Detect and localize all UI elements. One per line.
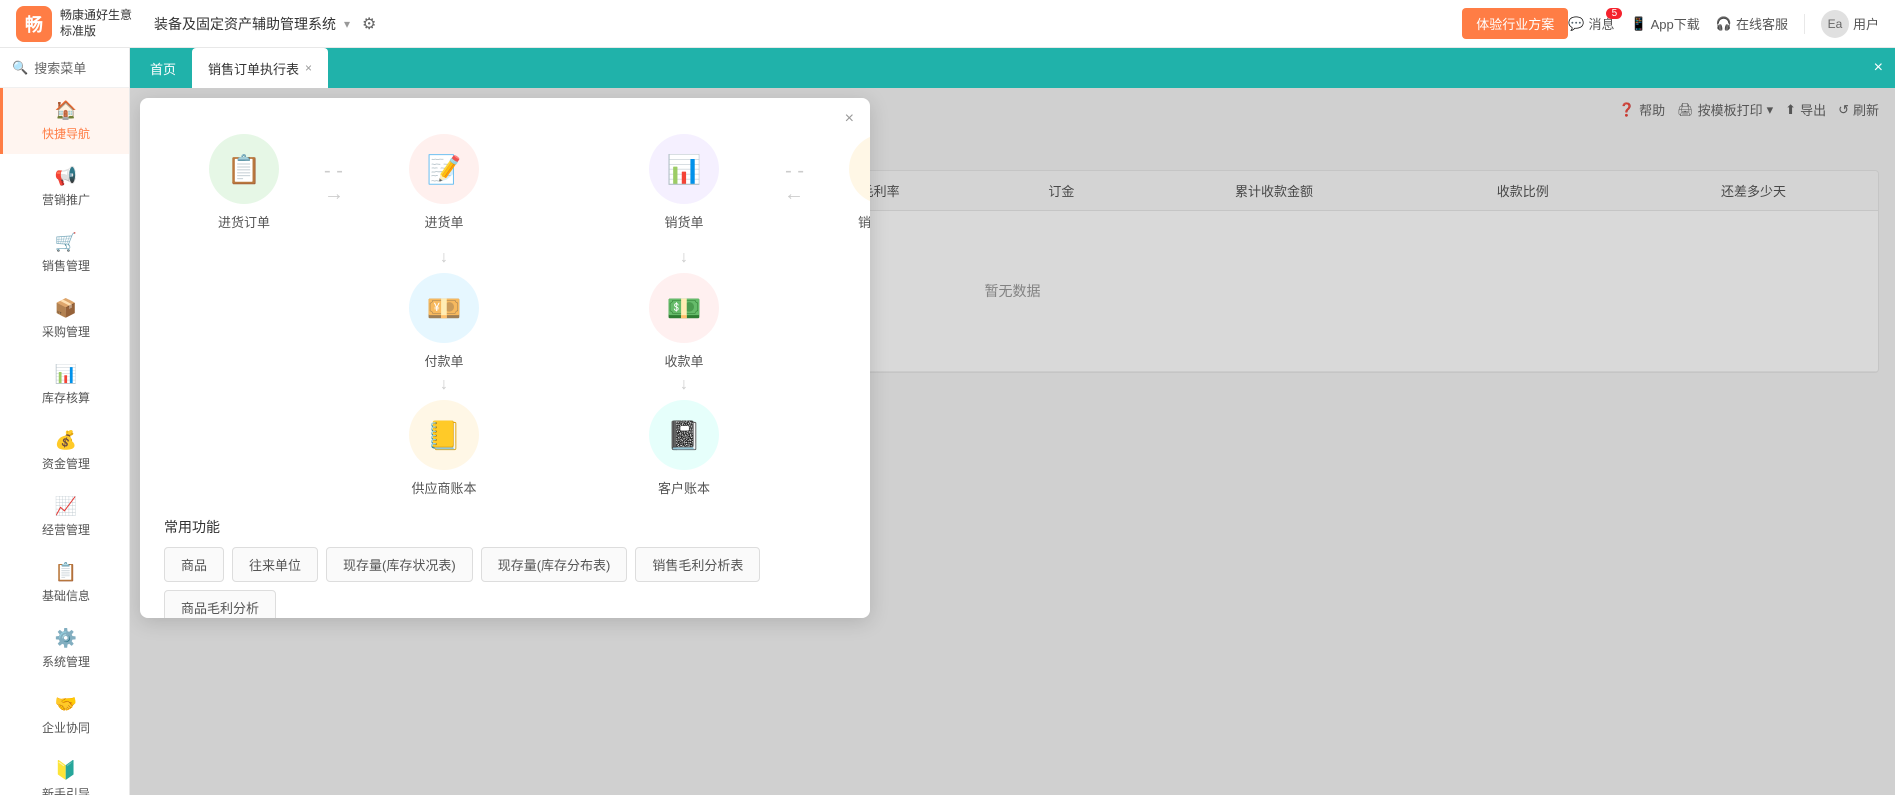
sidebar-item-sales[interactable]: 🛒 销售管理 [0, 220, 129, 286]
flow-diagram: 📋 进货订单 - - → 📝 进货单 [164, 122, 846, 497]
basic-info-icon: 📋 [55, 562, 77, 583]
guide-icon: 🔰 [55, 760, 77, 781]
sidebar-search[interactable]: 🔍 搜索菜单 [0, 48, 129, 88]
user-item[interactable]: Ea 用户 [1821, 10, 1879, 38]
phone-icon: 📱 [1630, 16, 1646, 32]
tab-close-icon[interactable]: × [305, 61, 312, 75]
inventory-icon: 📊 [55, 364, 77, 385]
arrow-right-1: - - → [324, 160, 364, 206]
online-service-item[interactable]: 🎧 在线客服 [1716, 14, 1788, 33]
arrow-down-4: ↓ [680, 376, 688, 394]
arrow-down-3: ↓ [440, 376, 448, 394]
message-badge: 5 [1606, 8, 1622, 19]
message-icon: 💬 [1568, 16, 1584, 32]
purchase-order-label: 进货订单 [218, 212, 270, 231]
settings-gear-icon[interactable]: ⚙ [362, 14, 376, 34]
sale-order-icon: 📄 [849, 134, 870, 204]
payment-bill-icon: 💴 [409, 273, 479, 343]
func-btn-partner[interactable]: 往来单位 [232, 547, 318, 582]
sidebar-item-marketing[interactable]: 📢 营销推广 [0, 154, 129, 220]
content-area: 首页 销售订单执行表 × × ❓ 帮助 [130, 48, 1895, 795]
finance-icon: 💰 [55, 430, 77, 451]
tab-home[interactable]: 首页 [134, 48, 192, 88]
purchase-bill-label: 进货单 [424, 212, 463, 231]
logo-icon: 畅 [16, 6, 52, 42]
page-content: ❓ 帮助 🖨 按模板打印 ▾ ⬆ 导出 ↺ 刷新 [130, 88, 1895, 795]
sidebar-item-basic-info[interactable]: 📋 基础信息 [0, 550, 129, 616]
sidebar-item-inventory[interactable]: 📊 库存核算 [0, 352, 129, 418]
supplier-account-icon: 📒 [409, 400, 479, 470]
func-buttons: 商品 往来单位 现存量(库存状况表) 现存量(库存分布表) 销售毛利分析表 商品… [164, 547, 846, 618]
sale-bill-icon: 📊 [649, 134, 719, 204]
app-wrapper: 畅 畅康通好生意 标准版 装备及固定资产辅助管理系统 ▾ ⚙ 体验行业方案 💬 … [0, 0, 1895, 795]
sidebar-item-system[interactable]: ⚙️ 系统管理 [0, 616, 129, 682]
flow-cell-receipt-bill[interactable]: 💵 收款单 [649, 273, 719, 370]
supplier-account-label: 供应商账本 [411, 478, 476, 497]
purchase-icon: 📦 [55, 298, 77, 319]
sale-order-label: 销售订单 [858, 212, 870, 231]
enterprise-icon: 🤝 [55, 694, 77, 715]
marketing-icon: 📢 [55, 166, 77, 187]
flow-cell-supplier-account[interactable]: 📒 供应商账本 [409, 400, 479, 497]
top-right: 💬 消息 5 📱 App下载 🎧 在线客服 Ea 用户 [1568, 10, 1879, 38]
sidebar-item-purchase[interactable]: 📦 采购管理 [0, 286, 129, 352]
sales-icon: 🛒 [55, 232, 77, 253]
operations-icon: 📈 [55, 496, 77, 517]
flow-cell-customer-account[interactable]: 📓 客户账本 [649, 400, 719, 497]
flow-cell-purchase-order[interactable]: 📋 进货订单 [209, 122, 279, 243]
sale-bill-label: 销货单 [664, 212, 703, 231]
message-item[interactable]: 💬 消息 5 [1568, 14, 1614, 33]
receipt-bill-icon: 💵 [649, 273, 719, 343]
common-func-title: 常用功能 [164, 517, 846, 537]
tab-sales-order[interactable]: 销售订单执行表 × [192, 48, 328, 88]
flow-cell-sale-order[interactable]: 📄 销售订单 [849, 122, 870, 243]
sidebar: 🔍 搜索菜单 🏠 快捷导航 📢 营销推广 🛒 销售管理 📦 采购管理 📊 [0, 48, 130, 795]
sidebar-item-enterprise[interactable]: 🤝 企业协同 [0, 682, 129, 748]
modal-overlay[interactable]: × 📋 进货订单 - - → [130, 88, 1895, 795]
sidebar-item-quick-nav[interactable]: 🏠 快捷导航 [0, 88, 129, 154]
system-icon: ⚙️ [55, 628, 77, 649]
func-btn-product-margin[interactable]: 商品毛利分析 [164, 590, 276, 618]
common-func: 常用功能 商品 往来单位 现存量(库存状况表) 现存量(库存分布表) 销售毛利分… [164, 517, 846, 618]
arrow-down-2: ↓ [680, 249, 688, 267]
payment-bill-label: 付款单 [424, 351, 463, 370]
logo-area: 畅 畅康通好生意 标准版 [16, 6, 146, 42]
customer-account-icon: 📓 [649, 400, 719, 470]
experience-btn[interactable]: 体验行业方案 [1462, 8, 1568, 39]
sidebar-item-guide[interactable]: 🔰 新手引导 [0, 748, 129, 795]
purchase-order-icon: 📋 [209, 134, 279, 204]
sidebar-item-operations[interactable]: 📈 经营管理 [0, 484, 129, 550]
home-icon: 🏠 [55, 100, 77, 121]
flow-cell-sale-bill[interactable]: 📊 销货单 [649, 122, 719, 243]
app-download-item[interactable]: 📱 App下载 [1630, 14, 1699, 33]
modal: × 📋 进货订单 - - → [140, 98, 870, 618]
top-bar: 畅 畅康通好生意 标准版 装备及固定资产辅助管理系统 ▾ ⚙ 体验行业方案 💬 … [0, 0, 1895, 48]
purchase-bill-icon: 📝 [409, 134, 479, 204]
func-btn-stock-dist[interactable]: 现存量(库存分布表) [481, 547, 628, 582]
receipt-bill-label: 收款单 [664, 351, 703, 370]
main-layout: 🔍 搜索菜单 🏠 快捷导航 📢 营销推广 🛒 销售管理 📦 采购管理 📊 [0, 48, 1895, 795]
arrow-right-2: - - → [764, 160, 804, 206]
system-title: 装备及固定资产辅助管理系统 [154, 14, 336, 34]
modal-close-icon[interactable]: × [845, 110, 854, 128]
flow-cell-payment-bill[interactable]: 💴 付款单 [409, 273, 479, 370]
func-btn-product[interactable]: 商品 [164, 547, 224, 582]
func-btn-sales-analysis[interactable]: 销售毛利分析表 [635, 547, 760, 582]
tabs-bar: 首页 销售订单执行表 × × [130, 48, 1895, 88]
sidebar-item-finance[interactable]: 💰 资金管理 [0, 418, 129, 484]
title-dropdown-icon[interactable]: ▾ [344, 17, 350, 31]
tabs-close-all-icon[interactable]: × [1874, 59, 1883, 77]
func-btn-stock-status[interactable]: 现存量(库存状况表) [326, 547, 473, 582]
flow-cell-purchase-bill[interactable]: 📝 进货单 [409, 122, 479, 243]
separator [1804, 14, 1805, 34]
app-title-area: 装备及固定资产辅助管理系统 ▾ ⚙ [146, 14, 1462, 34]
logo-text: 畅康通好生意 标准版 [60, 8, 132, 39]
customer-account-label: 客户账本 [658, 478, 710, 497]
avatar: Ea [1821, 10, 1849, 38]
arrow-down-1: ↓ [440, 249, 448, 267]
search-icon: 🔍 [12, 60, 28, 76]
headset-icon: 🎧 [1716, 16, 1732, 32]
